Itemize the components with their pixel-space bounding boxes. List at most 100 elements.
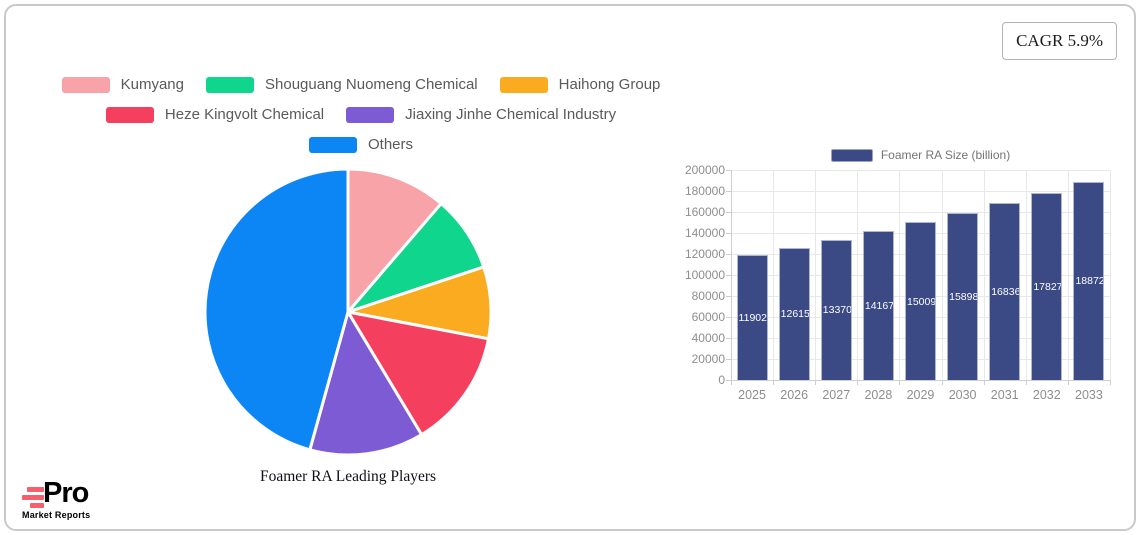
y-axis-tick-label: 120000 — [684, 247, 725, 261]
x-axis-line — [731, 380, 1111, 381]
legend-swatch — [206, 76, 254, 93]
y-axis-tick-label: 100000 — [684, 268, 725, 282]
x-axis-tick — [1067, 381, 1069, 385]
bar-2030: 158981 — [947, 213, 979, 380]
bar-2025: 119020 — [736, 255, 768, 380]
y-axis-tick-label: 60000 — [691, 310, 725, 324]
pie-chart — [202, 166, 494, 458]
y-axis-tick-label: 20000 — [691, 352, 725, 366]
legend-label: Haihong Group — [558, 76, 661, 93]
bar-2027: 133701 — [820, 239, 852, 380]
legend-swatch — [61, 76, 110, 93]
bar-2031: 168366 — [989, 203, 1021, 380]
logo-title: Pro — [43, 477, 89, 509]
legend-swatch — [105, 106, 154, 123]
cagr-badge: CAGR 5.9% — [1002, 22, 1117, 60]
logo-bar — [30, 503, 44, 508]
bar-2032: 178270 — [1031, 192, 1063, 380]
bar-legend-swatch — [830, 148, 873, 162]
x-axis-tick — [899, 381, 901, 385]
gridline-h — [731, 170, 1110, 171]
gridline-v — [941, 170, 943, 380]
logo-subtitle: Market Reports — [22, 510, 91, 520]
gridline-v — [773, 170, 775, 380]
gridline-v — [815, 170, 817, 380]
y-axis-tick-label: 180000 — [684, 184, 725, 198]
x-axis-tick — [773, 381, 775, 385]
x-axis-category-label: 2030 — [948, 388, 977, 402]
bar-value-label: 158981 — [949, 291, 979, 304]
bar-value-label: 188721 — [1075, 275, 1105, 288]
bar-chart: Foamer RA Size (billion) 0 20000 40000 6000… — [685, 142, 1140, 417]
legend-label: Kumyang — [120, 76, 184, 93]
pie-legend-row: Kumyang Shouguang Nuomeng Chemical Haihong… — [16, 76, 706, 93]
x-axis-tick — [1110, 381, 1111, 385]
legend-item-shouguang-nuomeng-chemical[interactable]: Shouguang Nuomeng Chemical — [206, 76, 478, 93]
bar-value-label: 141672 — [864, 300, 894, 313]
gridline-v — [899, 170, 901, 380]
logo-mark: Pro — [22, 477, 90, 509]
legend-item-heze-kingvolt-chemical[interactable]: Heze Kingvolt Chemical — [105, 106, 325, 123]
gridline-v — [983, 170, 985, 380]
x-axis-tick — [815, 381, 817, 385]
x-axis-tick — [941, 381, 943, 385]
legend-swatch — [499, 76, 548, 93]
bar-2033: 188721 — [1073, 181, 1105, 380]
y-axis-tick-label: 80000 — [691, 289, 725, 303]
x-axis-tick — [857, 381, 859, 385]
y-axis-line — [731, 170, 732, 381]
legend-item-kumyang[interactable]: Kumyang — [61, 76, 184, 93]
y-axis-tick-label: 160000 — [684, 205, 725, 219]
x-axis-tick — [983, 381, 985, 385]
x-axis-category-label: 2031 — [990, 388, 1019, 402]
bar-plot-area: 0 20000 40000 60000 80000 100000 120000 140000 1… — [685, 163, 1111, 402]
bar-value-label: 150091 — [907, 295, 936, 308]
bar-chart-legend-item[interactable]: Foamer RA Size (billion) — [731, 148, 1110, 162]
legend-item-jiaxing-jinhe-chemical-industry[interactable]: Jiaxing Jinhe Chemical Industry — [346, 106, 616, 123]
bar-value-label: 178270 — [1033, 280, 1063, 293]
logo-bar — [22, 495, 44, 500]
x-axis-category-label: 2028 — [864, 388, 893, 402]
y-axis-tick-label: 140000 — [684, 226, 725, 240]
y-axis-tick-label: 40000 — [691, 331, 725, 345]
x-axis-category-label: 2033 — [1075, 388, 1103, 402]
x-axis-tick — [1025, 381, 1027, 385]
x-axis-category-label: 2027 — [822, 388, 851, 402]
x-axis-category-label: 2026 — [780, 388, 809, 402]
bar-value-label: 168366 — [991, 286, 1021, 299]
pie-chart-title: Foamer RA Leading Players — [259, 468, 437, 485]
bar-2028: 141672 — [862, 231, 894, 380]
x-axis-category-label: 2029 — [906, 388, 935, 402]
legend-label: Jiaxing Jinhe Chemical Industry — [405, 106, 617, 123]
x-axis-tick — [731, 381, 732, 385]
pie-legend-row: Heze Kingvolt Chemical Jiaxing Jinhe Chem… — [16, 106, 706, 123]
pro-market-reports-logo: Pro Market Reports — [22, 477, 91, 520]
report-card: CAGR 5.9% Kumyang Shouguang Nuomeng Chemi… — [4, 4, 1136, 531]
gridline-v — [1067, 170, 1069, 380]
pie-legend: Kumyang Shouguang Nuomeng Chemical Haihong… — [16, 76, 706, 166]
bar-2029: 150091 — [905, 222, 936, 380]
bar-value-label: 126157 — [780, 308, 810, 321]
legend-label: Shouguang Nuomeng Chemical — [265, 76, 478, 93]
legend-item-haihong-group[interactable]: Haihong Group — [499, 76, 661, 93]
legend-swatch — [346, 106, 395, 123]
bar-value-label: 133701 — [822, 304, 852, 317]
x-axis-category-label: 2025 — [738, 388, 766, 402]
pie-svg — [203, 167, 493, 457]
x-axis-category-label: 2032 — [1032, 388, 1061, 402]
legend-swatch — [308, 136, 357, 153]
legend-label: Heze Kingvolt Chemical — [164, 106, 325, 123]
pie-legend-row: Others — [16, 136, 706, 153]
gridline-v — [1025, 170, 1027, 380]
logo-bars-icon — [22, 487, 44, 508]
cagr-label: CAGR 5.9% — [1016, 31, 1103, 50]
logo-bar — [27, 487, 44, 492]
bar-2026: 126157 — [778, 247, 810, 380]
bar-value-label: 119020 — [738, 312, 767, 324]
gridline-v — [857, 170, 859, 380]
y-axis-tick-label: 200000 — [684, 163, 725, 177]
bar-legend-label: Foamer RA Size (billion) — [880, 148, 1011, 162]
legend-item-others[interactable]: Others — [308, 136, 413, 153]
y-axis-tick-label: 0 — [718, 373, 725, 387]
gridline-v — [1110, 170, 1111, 380]
